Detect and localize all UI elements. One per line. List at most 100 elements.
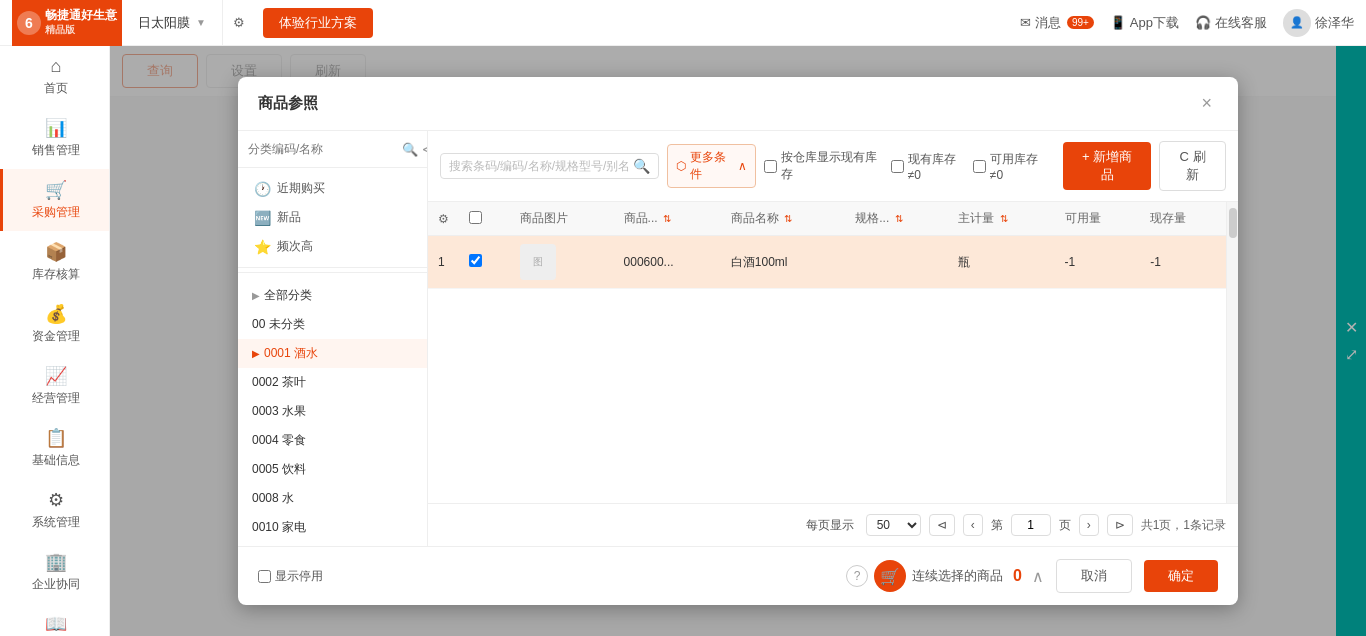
cat-frequency-label: 频次高 [277, 238, 313, 255]
online-service-button[interactable]: 🎧 在线客服 [1195, 14, 1267, 32]
trial-button[interactable]: 体验行业方案 [263, 8, 373, 38]
cat-high-frequency[interactable]: ⭐ 频次高 [238, 232, 427, 261]
online-service-label: 在线客服 [1215, 14, 1267, 32]
help-button[interactable]: ? [846, 565, 868, 587]
th-unit[interactable]: 主计量 ⇅ [948, 202, 1054, 236]
next-page-button[interactable]: › [1079, 514, 1099, 536]
first-page-button[interactable]: ⊲ [929, 514, 955, 536]
usable-nonzero-filter[interactable]: 可用库存≠0 [973, 151, 1047, 182]
confirm-button[interactable]: 确定 [1144, 560, 1218, 592]
store-selector[interactable]: 日太阳膜 ▼ [122, 0, 223, 45]
cat-water-label: 0008 水 [252, 490, 294, 507]
cat-all[interactable]: ▶ 全部分类 [238, 281, 427, 310]
sidebar-item-guide[interactable]: 📖 新手引导 [0, 603, 109, 636]
user-profile-button[interactable]: 👤 徐泽华 [1283, 9, 1354, 37]
cat-appliance[interactable]: 0010 家电 [238, 513, 427, 542]
system-icon: ⚙ [48, 489, 64, 511]
category-search-input[interactable] [248, 142, 398, 156]
sort-arrows-spec: ⇅ [895, 213, 903, 224]
refresh-button[interactable]: C 刷新 [1159, 141, 1226, 191]
modal-footer: 显示停用 ? 🛒 连续选择的商品 0 ∧ 取消 [238, 546, 1238, 605]
prev-page-button[interactable]: ‹ [963, 514, 983, 536]
cat-snack[interactable]: 0004 零食 [238, 426, 427, 455]
select-all-checkbox[interactable] [469, 211, 482, 224]
th-spec[interactable]: 规格... ⇅ [845, 202, 948, 236]
modal-close-button[interactable]: × [1195, 91, 1218, 116]
th-code-label: 商品... [624, 211, 658, 225]
disabled-checkbox-input[interactable] [258, 570, 271, 583]
cart-text-label: 连续选择的商品 [912, 567, 1003, 585]
category-search-bar: 🔍 ≪ [238, 131, 427, 168]
warehouse-filter[interactable]: 按仓库显示现有库存 [764, 149, 883, 183]
sidebar-item-label: 资金管理 [32, 328, 80, 345]
per-page-select[interactable]: 50 10 20 100 [866, 514, 921, 536]
category-search-icon[interactable]: 🔍 [402, 142, 418, 157]
th-stock: 现存量 [1140, 202, 1226, 236]
cat-new-label: 新品 [277, 209, 301, 226]
arrow-icon: ▶ [252, 290, 260, 301]
sidebar-item-label: 经营管理 [32, 390, 80, 407]
cat-water[interactable]: 0008 水 [238, 484, 427, 513]
arrow-active-icon: ▶ [252, 348, 260, 359]
avatar: 👤 [1283, 9, 1311, 37]
product-search-box: 🔍 [440, 153, 659, 179]
filter-button[interactable]: ⬡ 更多条件 ∧ [667, 144, 756, 188]
cart-collapse-button[interactable]: ∧ [1032, 567, 1044, 586]
warehouse-checkbox[interactable] [764, 160, 777, 173]
cat-recent-purchase[interactable]: 🕐 近期购买 [238, 174, 427, 203]
usable-nonzero-checkbox[interactable] [973, 160, 986, 173]
sidebar-item-purchase[interactable]: 🛒 采购管理 [0, 169, 109, 231]
sidebar-item-enterprise[interactable]: 🏢 企业协同 [0, 541, 109, 603]
cart-button[interactable]: 🛒 [874, 560, 906, 592]
filter-label: 更多条件 [690, 149, 734, 183]
gear-button[interactable]: ⚙ [223, 15, 255, 30]
table-row[interactable]: 1 图 000600... 白酒100ml 瓶 -1 -1 [428, 236, 1226, 289]
product-reference-modal: 商品参照 × 🔍 ≪ 🕐 [238, 77, 1238, 605]
show-disabled-checkbox[interactable]: 显示停用 [258, 568, 323, 585]
last-page-button[interactable]: ⊳ [1107, 514, 1133, 536]
sidebar-item-basic-info[interactable]: 📋 基础信息 [0, 417, 109, 479]
th-name[interactable]: 商品名称 ⇅ [721, 202, 846, 236]
sidebar-item-sales[interactable]: 📊 销售管理 [0, 107, 109, 169]
sidebar-item-home[interactable]: ⌂ 首页 [0, 46, 109, 107]
cat-fruit-label: 0003 水果 [252, 403, 306, 420]
sidebar-item-label: 采购管理 [32, 204, 80, 221]
message-badge: 99+ [1067, 16, 1094, 29]
stock-nonzero-label: 现有库存≠0 [908, 151, 965, 182]
app-download-button[interactable]: 📱 App下载 [1110, 14, 1179, 32]
cat-new-products[interactable]: 🆕 新品 [238, 203, 427, 232]
per-page-label: 每页显示 [806, 517, 854, 534]
cat-liquor-label: 0001 酒水 [264, 345, 318, 362]
sidebar-item-finance[interactable]: 💰 资金管理 [0, 293, 109, 355]
cancel-button[interactable]: 取消 [1056, 559, 1132, 593]
th-code[interactable]: 商品... ⇅ [614, 202, 721, 236]
page-label-ye: 页 [1059, 517, 1071, 534]
row-checkbox[interactable] [469, 254, 482, 267]
show-disabled-label: 显示停用 [275, 568, 323, 585]
message-label: 消息 [1035, 14, 1061, 32]
product-search-icon[interactable]: 🔍 [633, 158, 650, 174]
product-search-input[interactable] [449, 159, 629, 173]
stock-nonzero-checkbox[interactable] [891, 160, 904, 173]
cell-checkbox[interactable] [459, 236, 510, 289]
table-gear-icon[interactable]: ⚙ [438, 212, 449, 226]
cat-liquor[interactable]: ▶ 0001 酒水 [238, 339, 427, 368]
stock-nonzero-filter[interactable]: 现有库存≠0 [891, 151, 965, 182]
cat-uncategorized-label: 00 未分类 [252, 316, 305, 333]
sidebar-item-system[interactable]: ⚙ 系统管理 [0, 479, 109, 541]
sidebar-item-operations[interactable]: 📈 经营管理 [0, 355, 109, 417]
cat-fruit[interactable]: 0003 水果 [238, 397, 427, 426]
cat-beverage[interactable]: 0005 饮料 [238, 455, 427, 484]
cat-uncategorized[interactable]: 00 未分类 [238, 310, 427, 339]
product-table-body: 1 图 000600... 白酒100ml 瓶 -1 -1 [428, 236, 1226, 289]
page-number-input[interactable] [1011, 514, 1051, 536]
th-image: 商品图片 [510, 202, 614, 236]
filter-icon: ⬡ [676, 159, 686, 173]
scrollbar[interactable] [1226, 202, 1238, 503]
sidebar-item-inventory[interactable]: 📦 库存核算 [0, 231, 109, 293]
modal-header: 商品参照 × [238, 77, 1238, 131]
sidebar-item-label: 销售管理 [32, 142, 80, 159]
add-product-button[interactable]: + 新增商品 [1063, 142, 1151, 190]
cat-tea[interactable]: 0002 茶叶 [238, 368, 427, 397]
message-button[interactable]: ✉ 消息 99+ [1020, 14, 1094, 32]
